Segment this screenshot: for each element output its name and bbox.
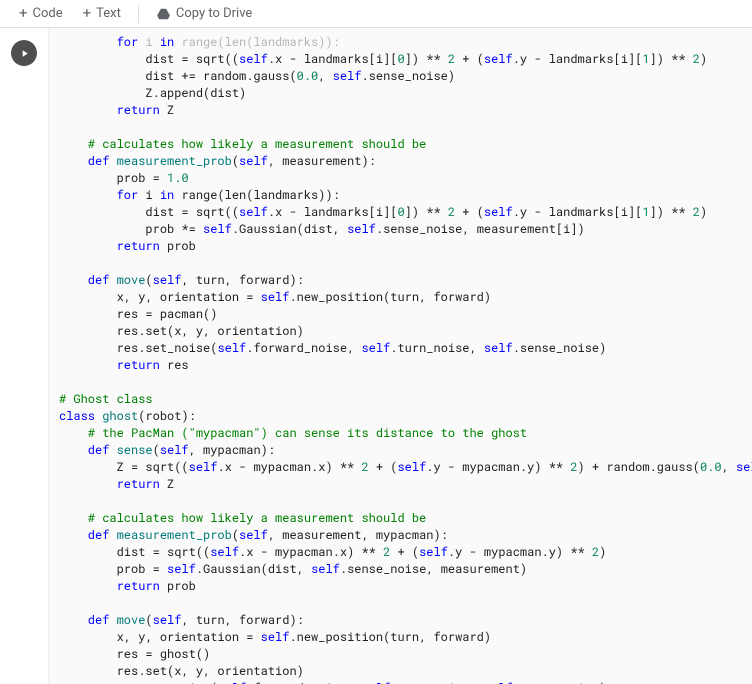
plus-icon: + <box>83 6 92 21</box>
cell-gutter <box>0 28 48 684</box>
copy-to-drive-button[interactable]: Copy to Drive <box>147 4 261 23</box>
run-cell-button[interactable] <box>11 40 37 66</box>
add-text-button[interactable]: + Text <box>74 4 130 23</box>
play-icon <box>19 48 30 59</box>
add-code-label: Code <box>33 6 63 21</box>
plus-icon: + <box>19 6 28 21</box>
add-text-label: Text <box>96 6 121 21</box>
main-area: for i in range(len(landmarks)): dist = s… <box>0 28 752 684</box>
copy-to-drive-label: Copy to Drive <box>176 6 252 21</box>
toolbar: + Code + Text Copy to Drive <box>0 0 752 28</box>
code-editor[interactable]: for i in range(len(landmarks)): dist = s… <box>48 28 752 684</box>
drive-icon <box>156 7 171 21</box>
toolbar-divider <box>138 5 139 23</box>
add-code-button[interactable]: + Code <box>10 4 72 23</box>
